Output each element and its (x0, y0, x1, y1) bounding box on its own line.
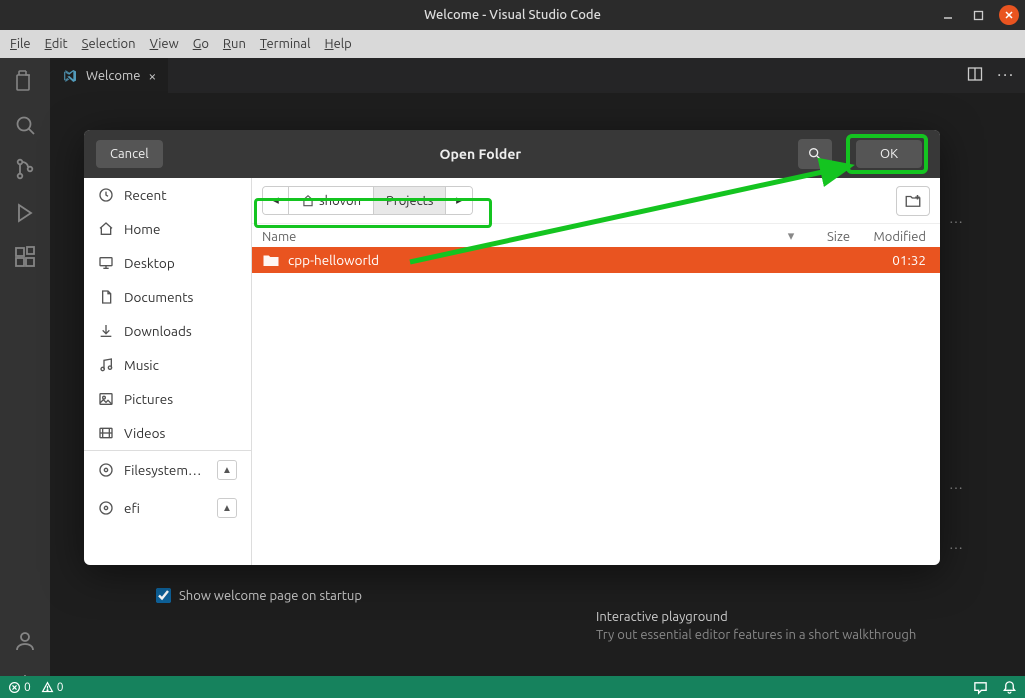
place-desktop[interactable]: Desktop (84, 246, 251, 280)
folder-icon (262, 252, 280, 268)
source-control-icon[interactable] (12, 156, 38, 182)
place-videos[interactable]: Videos (84, 416, 251, 450)
account-icon[interactable] (12, 628, 38, 654)
menu-edit[interactable]: Edit (45, 37, 68, 51)
open-folder-dialog: Cancel Open Folder OK Recent Home Deskto… (84, 130, 940, 565)
editor-actions: ··· (967, 66, 1015, 84)
desktop-icon (98, 255, 114, 271)
ok-highlight: OK (846, 134, 928, 174)
place-home[interactable]: Home (84, 212, 251, 246)
places-sidebar: Recent Home Desktop Documents Downloads … (84, 178, 252, 565)
music-icon (98, 357, 114, 373)
playground-subtitle: Try out essential editor features in a s… (596, 628, 916, 642)
dialog-search-button[interactable] (798, 139, 832, 169)
column-size[interactable]: Size (800, 230, 850, 244)
status-bar: 0 0 (0, 676, 1025, 698)
tab-welcome[interactable]: Welcome × (50, 58, 168, 93)
disk-icon (98, 500, 114, 516)
split-editor-icon[interactable] (967, 66, 983, 84)
tab-bar: Welcome × (50, 58, 1025, 93)
menu-go[interactable]: Go (193, 37, 209, 51)
documents-icon (98, 289, 114, 305)
extensions-icon[interactable] (12, 244, 38, 270)
search-icon[interactable] (12, 112, 38, 138)
cancel-button[interactable]: Cancel (96, 140, 163, 168)
minimize-icon[interactable] (939, 6, 957, 24)
path-back-button[interactable]: ◂ (263, 187, 289, 214)
vscode-logo-icon (62, 68, 78, 84)
window-title: Welcome - Visual Studio Code (424, 8, 601, 22)
path-segment-current[interactable]: Projects (374, 187, 446, 214)
path-nav: ◂ shovon Projects ▸ (262, 186, 473, 215)
menu-help[interactable]: Help (325, 37, 352, 51)
path-bar: ◂ shovon Projects ▸ (252, 178, 940, 224)
window-controls (939, 5, 1019, 25)
menu-selection[interactable]: Selection (82, 37, 136, 51)
file-modified: 01:32 (850, 252, 930, 268)
menu-terminal[interactable]: Terminal (260, 37, 311, 51)
playground-title[interactable]: Interactive playground (596, 610, 916, 624)
eject-icon[interactable]: ▲ (217, 498, 237, 518)
column-modified[interactable]: Modified (850, 230, 930, 244)
place-filesystem[interactable]: Filesystem… ▲ (84, 450, 251, 489)
dialog-header: Cancel Open Folder OK (84, 130, 940, 178)
menu-file[interactable]: File (10, 37, 31, 51)
files-pane: ◂ shovon Projects ▸ Name ▾ Size (252, 178, 940, 565)
show-welcome-label: Show welcome page on startup (179, 589, 362, 603)
truncated-text: … (949, 210, 963, 226)
file-row[interactable]: cpp-helloworld 01:32 (252, 247, 940, 273)
ok-button[interactable]: OK (856, 140, 922, 168)
more-icon[interactable]: ··· (997, 66, 1015, 84)
eject-icon[interactable]: ▲ (217, 460, 237, 480)
menu-run[interactable]: Run (223, 37, 246, 51)
column-name[interactable]: Name (262, 230, 782, 244)
place-music[interactable]: Music (84, 348, 251, 382)
disk-icon (98, 462, 114, 478)
dialog-body: Recent Home Desktop Documents Downloads … (84, 178, 940, 565)
place-efi[interactable]: efi ▲ (84, 489, 251, 527)
clock-icon (98, 187, 114, 203)
videos-icon (98, 425, 114, 441)
file-name: cpp-helloworld (288, 252, 800, 268)
downloads-icon (98, 323, 114, 339)
truncated-text: … (949, 536, 963, 552)
dialog-title: Open Folder (173, 146, 788, 162)
truncated-text: … (949, 476, 963, 492)
sort-indicator-icon[interactable]: ▾ (782, 229, 800, 244)
maximize-icon[interactable] (969, 6, 987, 24)
file-columns: Name ▾ Size Modified (252, 224, 940, 247)
playground-section: Interactive playground Try out essential… (596, 610, 916, 642)
window-titlebar: Welcome - Visual Studio Code (0, 0, 1025, 30)
place-pictures[interactable]: Pictures (84, 382, 251, 416)
close-icon[interactable] (999, 5, 1019, 25)
path-segment-home[interactable]: shovon (289, 187, 374, 214)
show-welcome-checkbox[interactable] (156, 588, 171, 603)
place-downloads[interactable]: Downloads (84, 314, 251, 348)
place-recent[interactable]: Recent (84, 178, 251, 212)
new-folder-button[interactable] (896, 186, 930, 216)
feedback-icon[interactable] (973, 680, 988, 695)
explorer-icon[interactable] (12, 68, 38, 94)
home-icon (98, 221, 114, 237)
status-warnings[interactable]: 0 (41, 681, 64, 694)
run-debug-icon[interactable] (12, 200, 38, 226)
menu-view[interactable]: View (150, 37, 179, 51)
tab-label: Welcome (86, 69, 140, 83)
path-forward-button[interactable]: ▸ (446, 187, 472, 214)
tab-close-icon[interactable]: × (148, 68, 156, 84)
activity-bar (0, 58, 50, 698)
welcome-checkbox-row: Show welcome page on startup (156, 588, 362, 603)
pictures-icon (98, 391, 114, 407)
bell-icon[interactable] (1002, 680, 1017, 695)
menubar: File Edit Selection View Go Run Terminal… (0, 30, 1025, 58)
status-errors[interactable]: 0 (8, 681, 31, 694)
place-documents[interactable]: Documents (84, 280, 251, 314)
